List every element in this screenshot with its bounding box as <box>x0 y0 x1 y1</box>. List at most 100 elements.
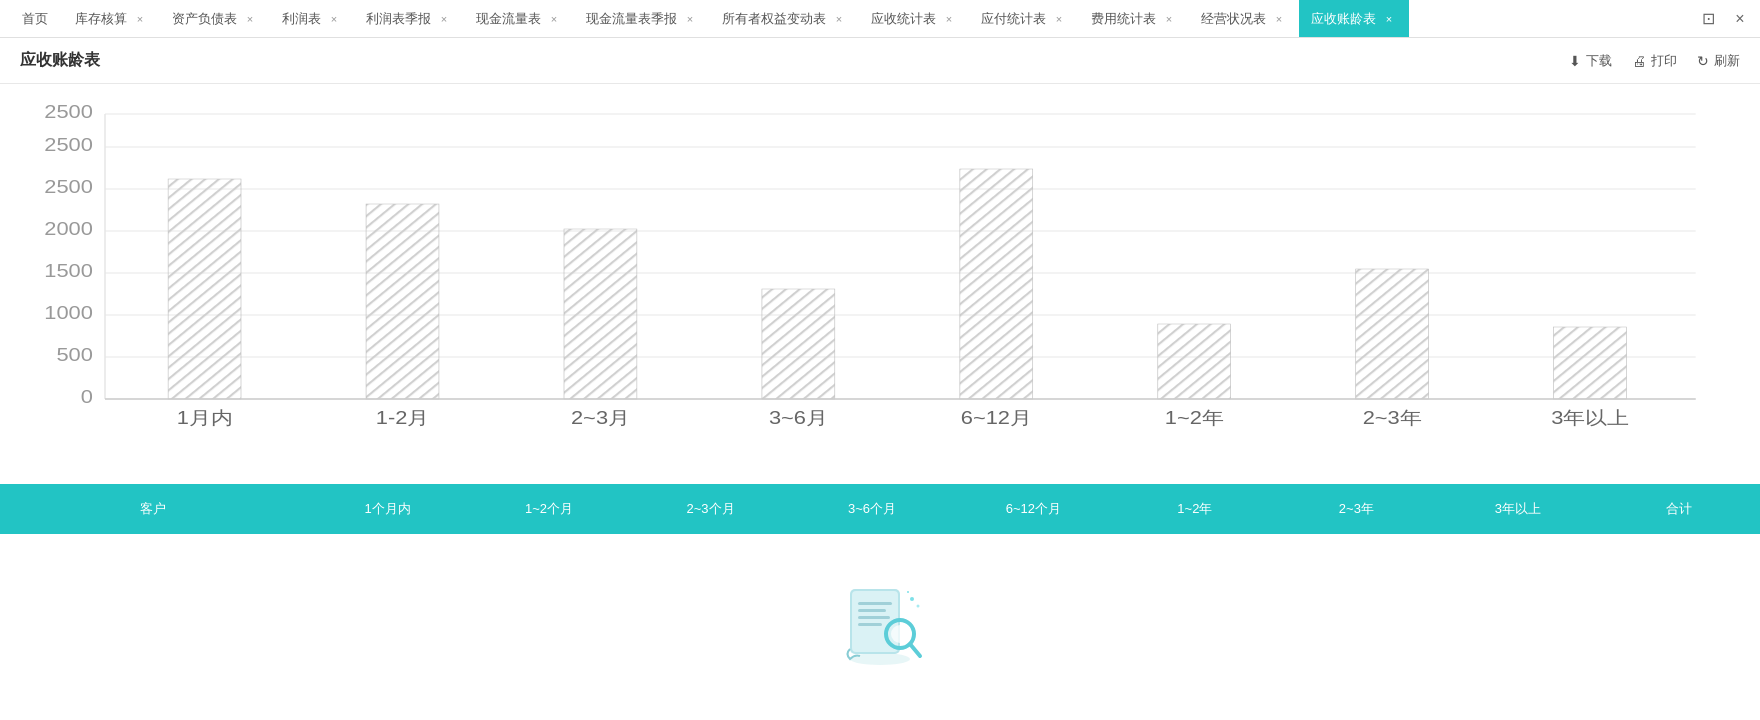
svg-text:6~12月: 6~12月 <box>961 408 1032 428</box>
header-actions: ⬇ 下载 🖨 打印 ↻ 刷新 <box>1569 52 1740 70</box>
tab-balance-close[interactable]: × <box>243 12 257 26</box>
tab-operation[interactable]: 经营状况表 × <box>1189 0 1299 38</box>
svg-rect-41 <box>858 616 890 619</box>
refresh-button[interactable]: ↻ 刷新 <box>1697 52 1740 70</box>
tab-profit-quarterly-close[interactable]: × <box>437 12 451 26</box>
download-button[interactable]: ⬇ 下载 <box>1569 52 1612 70</box>
tab-expense-stats-close[interactable]: × <box>1162 12 1176 26</box>
th-1-2months: 1~2个月 <box>468 484 629 534</box>
tab-cashflow-quarterly[interactable]: 现金流量表季报 × <box>574 0 710 38</box>
tab-bar: 首页 库存核算 × 资产负债表 × 利润表 × 利润表季报 × 现金流量表 × … <box>0 0 1760 38</box>
window-close-button[interactable]: × <box>1728 7 1752 31</box>
print-icon: 🖨 <box>1632 53 1646 69</box>
th-6-12months-label: 6~12个月 <box>1006 500 1061 518</box>
svg-rect-40 <box>858 609 886 612</box>
refresh-label: 刷新 <box>1714 52 1740 70</box>
th-1-2years-label: 1~2年 <box>1177 500 1212 518</box>
tab-equity[interactable]: 所有者权益变动表 × <box>710 0 859 38</box>
tab-bar-actions: ⊡ × <box>1684 7 1752 31</box>
tab-ap-stats-label: 应付统计表 <box>981 10 1046 28</box>
download-label: 下载 <box>1586 52 1612 70</box>
svg-rect-20 <box>366 204 439 399</box>
svg-text:1000: 1000 <box>44 303 93 323</box>
chart-area: 0 500 1000 1500 2000 2500 2500 2500 <box>0 84 1760 484</box>
th-total-label: 合计 <box>1666 500 1692 518</box>
th-customer-label: 客户 <box>140 500 166 518</box>
refresh-icon: ↻ <box>1697 53 1709 69</box>
svg-line-45 <box>910 644 920 656</box>
th-1-2months-label: 1~2个月 <box>525 500 573 518</box>
download-icon: ⬇ <box>1569 53 1581 69</box>
tab-ap-stats-close[interactable]: × <box>1052 12 1066 26</box>
print-button[interactable]: 🖨 打印 <box>1632 52 1677 70</box>
svg-rect-25 <box>1356 269 1429 399</box>
print-label: 打印 <box>1651 52 1677 70</box>
tab-ar-aging[interactable]: 应收账龄表 × <box>1299 0 1409 38</box>
svg-point-44 <box>891 625 909 643</box>
svg-text:2500: 2500 <box>44 135 93 155</box>
th-customer: 客户 <box>0 484 307 534</box>
th-total: 合计 <box>1599 484 1760 534</box>
th-3plus-years: 3年以上 <box>1437 484 1598 534</box>
svg-text:1月内: 1月内 <box>177 408 233 428</box>
svg-text:2000: 2000 <box>44 219 93 239</box>
svg-point-48 <box>907 591 909 593</box>
th-3-6months-label: 3~6个月 <box>848 500 896 518</box>
tab-cashflow-quarterly-close[interactable]: × <box>683 12 697 26</box>
th-2-3years-label: 2~3年 <box>1339 500 1374 518</box>
svg-rect-42 <box>858 623 882 626</box>
tab-profit-close[interactable]: × <box>327 12 341 26</box>
tab-equity-label: 所有者权益变动表 <box>722 10 826 28</box>
th-6-12months: 6~12个月 <box>953 484 1114 534</box>
page-header: 应收账龄表 ⬇ 下载 🖨 打印 ↻ 刷新 <box>0 38 1760 84</box>
tab-ar-aging-label: 应收账龄表 <box>1311 10 1376 28</box>
tab-operation-label: 经营状况表 <box>1201 10 1266 28</box>
tab-balance[interactable]: 资产负债表 × <box>160 0 270 38</box>
tab-profit-quarterly[interactable]: 利润表季报 × <box>354 0 464 38</box>
tab-operation-close[interactable]: × <box>1272 12 1286 26</box>
tab-equity-close[interactable]: × <box>832 12 846 26</box>
svg-rect-23 <box>960 169 1033 399</box>
svg-text:0: 0 <box>81 387 93 407</box>
svg-rect-24 <box>1158 324 1231 399</box>
svg-text:1500: 1500 <box>44 261 93 281</box>
tab-cashflow[interactable]: 现金流量表 × <box>464 0 574 38</box>
svg-rect-39 <box>858 602 892 605</box>
tab-home[interactable]: 首页 <box>8 0 63 38</box>
svg-point-47 <box>917 605 920 608</box>
svg-rect-26 <box>1554 327 1627 399</box>
svg-rect-22 <box>762 289 835 399</box>
svg-text:3年以上: 3年以上 <box>1551 408 1629 428</box>
tab-home-label: 首页 <box>22 10 48 28</box>
empty-area <box>0 534 1760 720</box>
th-3-6months: 3~6个月 <box>791 484 952 534</box>
th-1month: 1个月内 <box>307 484 468 534</box>
svg-text:3~6月: 3~6月 <box>769 408 828 428</box>
th-2-3months: 2~3个月 <box>630 484 791 534</box>
svg-text:2500: 2500 <box>44 177 93 197</box>
svg-text:500: 500 <box>56 345 92 365</box>
tab-profit[interactable]: 利润表 × <box>270 0 354 38</box>
svg-text:1-2月: 1-2月 <box>376 408 429 428</box>
svg-point-46 <box>910 597 914 601</box>
tab-cashflow-close[interactable]: × <box>547 12 561 26</box>
tab-ar-aging-close[interactable]: × <box>1382 12 1396 26</box>
tab-expense-stats-label: 费用统计表 <box>1091 10 1156 28</box>
tab-ap-stats[interactable]: 应付统计表 × <box>969 0 1079 38</box>
th-1-2years: 1~2年 <box>1114 484 1275 534</box>
tab-profit-label: 利润表 <box>282 10 321 28</box>
window-restore-button[interactable]: ⊡ <box>1696 7 1720 31</box>
tab-cashflow-label: 现金流量表 <box>476 10 541 28</box>
tab-inventory-label: 库存核算 <box>75 10 127 28</box>
content-wrapper: 0 500 1000 1500 2000 2500 2500 2500 <box>0 84 1760 720</box>
tab-expense-stats[interactable]: 费用统计表 × <box>1079 0 1189 38</box>
page-title: 应收账龄表 <box>20 50 100 71</box>
tab-inventory-close[interactable]: × <box>133 12 147 26</box>
svg-text:2500: 2500 <box>44 104 93 122</box>
tab-inventory[interactable]: 库存核算 × <box>63 0 160 38</box>
tab-profit-quarterly-label: 利润表季报 <box>366 10 431 28</box>
svg-text:2~3月: 2~3月 <box>571 408 630 428</box>
tab-ar-stats-close[interactable]: × <box>942 12 956 26</box>
tab-ar-stats[interactable]: 应收统计表 × <box>859 0 969 38</box>
svg-rect-21 <box>564 229 637 399</box>
